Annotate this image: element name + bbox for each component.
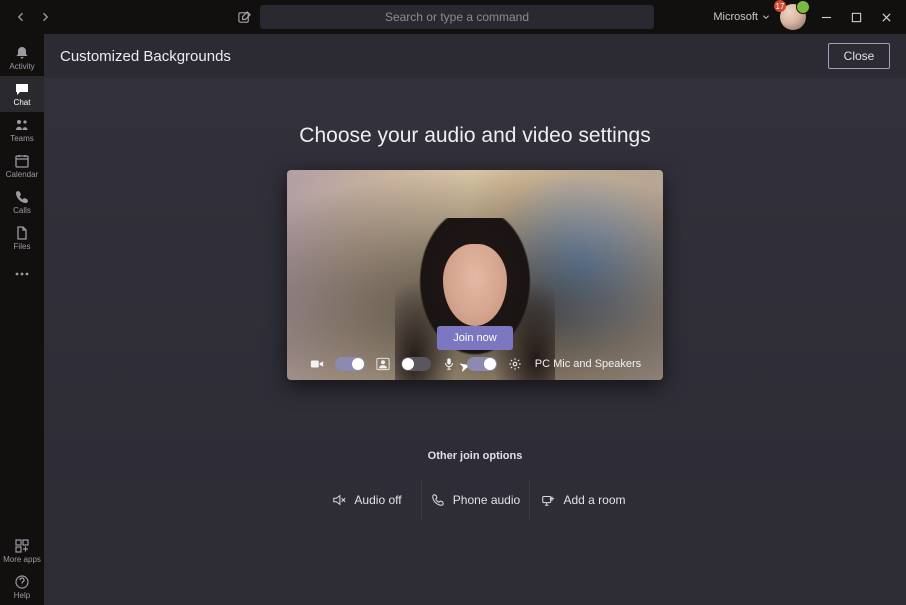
chevron-right-icon (39, 11, 51, 23)
close-icon (881, 12, 892, 23)
option-label: Phone audio (453, 493, 520, 507)
compose-icon (237, 10, 252, 25)
other-join-options-heading: Other join options (428, 450, 523, 462)
maximize-button[interactable] (846, 7, 866, 27)
chevron-down-icon (762, 13, 770, 21)
settings-heading: Choose your audio and video settings (299, 124, 650, 148)
rail-label: Chat (14, 99, 31, 107)
option-audio-off[interactable]: Audio off (313, 480, 421, 520)
option-label: Add a room (563, 493, 625, 507)
minimize-button[interactable] (816, 7, 836, 27)
phone-icon (14, 189, 30, 205)
maximize-icon (851, 12, 862, 23)
rail-label: Calls (13, 207, 31, 215)
option-phone-audio[interactable]: Phone audio (421, 480, 529, 520)
option-label: Audio off (354, 493, 401, 507)
background-effects-icon[interactable] (375, 356, 391, 372)
close-button[interactable]: Close (828, 43, 890, 69)
phone-audio-icon (431, 493, 445, 507)
title-bar-right: Microsoft 17 (713, 4, 900, 30)
nav-forward-button[interactable] (36, 8, 54, 26)
page-title: Customized Backgrounds (60, 48, 231, 65)
rail-label: Activity (9, 63, 34, 71)
nav-back-forward (12, 8, 54, 26)
rail-item-more-apps[interactable]: More apps (0, 533, 44, 569)
device-settings-button[interactable] (507, 356, 523, 372)
rail-item-chat[interactable]: Chat (0, 76, 44, 112)
option-add-room[interactable]: Add a room (529, 480, 637, 520)
compose-button[interactable] (234, 7, 254, 27)
search-box[interactable] (260, 5, 654, 29)
calendar-icon (14, 153, 30, 169)
org-switcher[interactable]: Microsoft (713, 11, 770, 23)
title-bar: Microsoft 17 (0, 0, 906, 34)
blur-toggle[interactable] (401, 357, 431, 371)
device-label: PC Mic and Speakers (535, 358, 641, 370)
page-header: Customized Backgrounds Close (44, 34, 906, 78)
rail-label: Calendar (6, 171, 38, 179)
more-icon (14, 266, 30, 282)
help-icon (14, 574, 30, 590)
microphone-toggle[interactable] (467, 357, 497, 371)
minimize-icon (821, 12, 832, 23)
add-room-icon (541, 493, 555, 507)
notification-badge: 17 (774, 0, 786, 12)
rail-label: Teams (10, 135, 34, 143)
nav-back-button[interactable] (12, 8, 30, 26)
audio-off-icon (332, 493, 346, 507)
microphone-icon (441, 356, 457, 372)
profile-menu[interactable]: 17 (780, 4, 806, 30)
app-rail: Activity Chat Teams Calendar Calls Files… (0, 34, 44, 605)
files-icon (14, 225, 30, 241)
rail-item-files[interactable]: Files (0, 220, 44, 256)
join-now-button[interactable]: Join now (437, 326, 513, 350)
bell-icon (14, 45, 30, 61)
rail-label: Files (14, 243, 31, 251)
rail-label: Help (14, 592, 30, 600)
apps-icon (14, 538, 30, 554)
preview-controls: PC Mic and Speakers (287, 356, 663, 372)
camera-toggle[interactable] (335, 357, 365, 371)
rail-label: More apps (3, 556, 41, 564)
rail-item-help[interactable]: Help (0, 569, 44, 605)
rail-item-calls[interactable]: Calls (0, 184, 44, 220)
video-preview: Join now ➤ PC Mic and Speakers (287, 170, 663, 380)
rail-item-teams[interactable]: Teams (0, 112, 44, 148)
camera-icon (309, 356, 325, 372)
chevron-left-icon (15, 11, 27, 23)
teams-icon (14, 117, 30, 133)
chat-icon (14, 81, 30, 97)
main-content: Choose your audio and video settings Joi… (44, 78, 906, 605)
rail-item-activity[interactable]: Activity (0, 40, 44, 76)
org-label: Microsoft (713, 11, 758, 23)
rail-item-calendar[interactable]: Calendar (0, 148, 44, 184)
search-input[interactable] (260, 10, 654, 24)
close-window-button[interactable] (876, 7, 896, 27)
join-options: Audio off Phone audio Add a room (313, 480, 637, 520)
rail-item-more[interactable] (0, 256, 44, 292)
